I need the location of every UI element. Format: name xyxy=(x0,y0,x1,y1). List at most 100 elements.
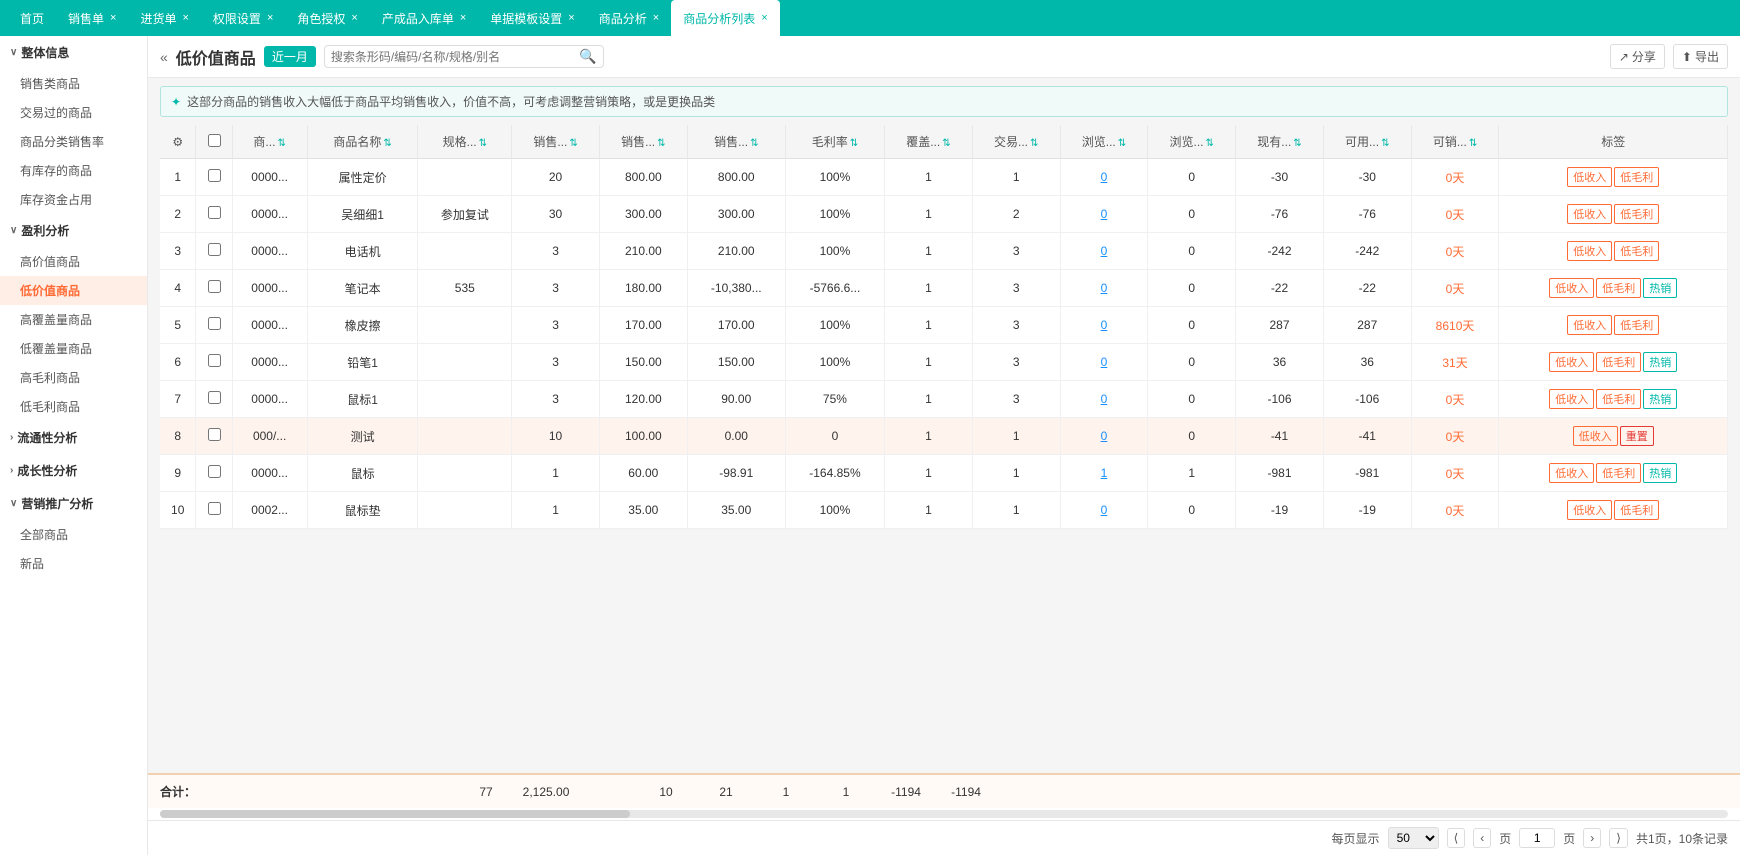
first-page-button[interactable]: ⟨ xyxy=(1447,828,1466,848)
row-view1: 0 xyxy=(1060,418,1148,455)
sidebar-group-overall[interactable]: ∨ 整体信息 xyxy=(0,36,147,69)
page-number-input[interactable] xyxy=(1519,828,1555,848)
sidebar-item-low-margin[interactable]: 低毛利商品 xyxy=(0,392,147,421)
row-sale1: 10 xyxy=(512,418,600,455)
nav-product-inbound[interactable]: 产成品入库单 × xyxy=(370,0,478,36)
search-input[interactable] xyxy=(331,50,580,64)
time-filter-button[interactable]: 近一月 xyxy=(264,46,316,67)
nav-permission-setting[interactable]: 权限设置 × xyxy=(201,0,285,36)
col-settings[interactable]: ⚙ xyxy=(160,125,196,159)
page-label-end: 页 xyxy=(1563,830,1575,847)
search-icon[interactable]: 🔍 xyxy=(579,48,596,65)
select-all-checkbox[interactable] xyxy=(208,134,221,147)
col-cover: 覆盖...⇅ xyxy=(885,125,973,159)
view1-link[interactable]: 0 xyxy=(1101,429,1108,443)
row-checkbox[interactable] xyxy=(208,354,221,367)
sidebar-item-stock-goods[interactable]: 有库存的商品 xyxy=(0,156,147,185)
row-checkbox[interactable] xyxy=(208,391,221,404)
nav-purchase-order[interactable]: 进货单 × xyxy=(128,0,200,36)
sidebar-item-high-coverage[interactable]: 高覆盖量商品 xyxy=(0,305,147,334)
sidebar-item-high-value[interactable]: 高价值商品 xyxy=(0,247,147,276)
sidebar-item-all-goods[interactable]: 全部商品 xyxy=(0,520,147,549)
page-size-select[interactable]: 50 100 200 xyxy=(1388,827,1439,849)
tag-badge: 低毛利 xyxy=(1614,500,1659,520)
sidebar-group-growth[interactable]: › 成长性分析 xyxy=(0,454,147,487)
nav-product-analysis[interactable]: 商品分析 × xyxy=(587,0,671,36)
row-checkbox[interactable] xyxy=(208,502,221,515)
nav-template-setting[interactable]: 单据模板设置 × xyxy=(478,0,586,36)
sidebar-group-profit[interactable]: ∨ 盈利分析 xyxy=(0,214,147,247)
sidebar-group-circulation[interactable]: › 流通性分析 xyxy=(0,421,147,454)
row-checkbox[interactable] xyxy=(208,169,221,182)
row-checkbox[interactable] xyxy=(208,428,221,441)
view1-link[interactable]: 0 xyxy=(1101,503,1108,517)
view1-link[interactable]: 0 xyxy=(1101,244,1108,258)
sidebar-item-low-coverage[interactable]: 低覆盖量商品 xyxy=(0,334,147,363)
row-trade: 2 xyxy=(972,196,1060,233)
row-checkbox[interactable] xyxy=(208,280,221,293)
row-stock2: -19 xyxy=(1323,492,1411,529)
prev-page-button[interactable]: ‹ xyxy=(1473,828,1491,848)
row-spec xyxy=(418,418,512,455)
sidebar-item-new-goods[interactable]: 新品 xyxy=(0,549,147,578)
export-button[interactable]: ⬆ 导出 xyxy=(1673,44,1728,69)
tag-badge: 低收入 xyxy=(1549,352,1594,372)
close-product-analysis[interactable]: × xyxy=(653,12,659,24)
view1-link[interactable]: 1 xyxy=(1101,466,1108,480)
sidebar-item-stock-capital[interactable]: 库存资金占用 xyxy=(0,185,147,214)
tag-badge: 低毛利 xyxy=(1614,241,1659,261)
next-page-button[interactable]: › xyxy=(1583,828,1601,848)
row-checkbox[interactable] xyxy=(208,206,221,219)
view1-link[interactable]: 0 xyxy=(1101,318,1108,332)
row-stock1: -41 xyxy=(1236,418,1324,455)
row-name: 橡皮擦 xyxy=(307,307,418,344)
view1-link[interactable]: 0 xyxy=(1101,207,1108,221)
row-tags: 低收入重置 xyxy=(1499,418,1728,455)
row-checkbox[interactable] xyxy=(208,465,221,478)
close-product-inbound[interactable]: × xyxy=(460,12,466,24)
horizontal-scrollbar[interactable] xyxy=(148,808,1740,820)
sidebar: ∨ 整体信息 销售类商品 交易过的商品 商品分类销售率 有库存的商品 库存资金占… xyxy=(0,36,148,855)
row-view2: 0 xyxy=(1148,233,1236,270)
row-view1: 0 xyxy=(1060,492,1148,529)
share-button[interactable]: ↗ 分享 xyxy=(1610,44,1665,69)
last-page-button[interactable]: ⟩ xyxy=(1609,828,1628,848)
row-code: 0000... xyxy=(232,233,307,270)
sidebar-item-category-rate[interactable]: 商品分类销售率 xyxy=(0,127,147,156)
row-sale2: 150.00 xyxy=(599,344,687,381)
row-num: 7 xyxy=(160,381,196,418)
sidebar-item-low-value[interactable]: 低价值商品 xyxy=(0,276,147,305)
close-role-auth[interactable]: × xyxy=(351,12,357,24)
view1-link[interactable]: 0 xyxy=(1101,170,1108,184)
row-days: 0天 xyxy=(1411,455,1499,492)
view1-link[interactable]: 0 xyxy=(1101,281,1108,295)
nav-role-auth[interactable]: 角色授权 × xyxy=(285,0,369,36)
col-view1: 浏览...⇅ xyxy=(1060,125,1148,159)
row-cover: 1 xyxy=(885,270,973,307)
nav-product-analysis-list[interactable]: 商品分析列表 × xyxy=(671,0,779,36)
row-checkbox[interactable] xyxy=(208,317,221,330)
table-row: 40000...笔记本5353180.00-10,380...-5766.6..… xyxy=(160,270,1728,307)
nav-sales-order[interactable]: 销售单 × xyxy=(56,0,128,36)
close-permission-setting[interactable]: × xyxy=(267,12,273,24)
sidebar-item-traded-goods[interactable]: 交易过的商品 xyxy=(0,98,147,127)
scrollbar-thumb[interactable] xyxy=(160,810,630,818)
close-product-analysis-list[interactable]: × xyxy=(761,12,767,24)
close-sales-order[interactable]: × xyxy=(110,12,116,24)
table-row: 8000/...测试10100.000.0001100-41-410天低收入重置 xyxy=(160,418,1728,455)
row-name: 鼠标 xyxy=(307,455,418,492)
view1-link[interactable]: 0 xyxy=(1101,355,1108,369)
sidebar-group-marketing[interactable]: ∨ 营销推广分析 xyxy=(0,487,147,520)
row-num: 9 xyxy=(160,455,196,492)
nav-home[interactable]: 首页 xyxy=(8,0,56,36)
sidebar-item-sales-goods[interactable]: 销售类商品 xyxy=(0,69,147,98)
table-row: 70000...鼠标13120.0090.0075%1300-106-1060天… xyxy=(160,381,1728,418)
close-purchase-order[interactable]: × xyxy=(182,12,188,24)
row-margin: 100% xyxy=(785,307,884,344)
collapse-button[interactable]: « xyxy=(160,49,168,65)
close-template-setting[interactable]: × xyxy=(568,12,574,24)
view1-link[interactable]: 0 xyxy=(1101,392,1108,406)
sidebar-item-high-margin[interactable]: 高毛利商品 xyxy=(0,363,147,392)
row-checkbox[interactable] xyxy=(208,243,221,256)
row-code: 000/... xyxy=(232,418,307,455)
